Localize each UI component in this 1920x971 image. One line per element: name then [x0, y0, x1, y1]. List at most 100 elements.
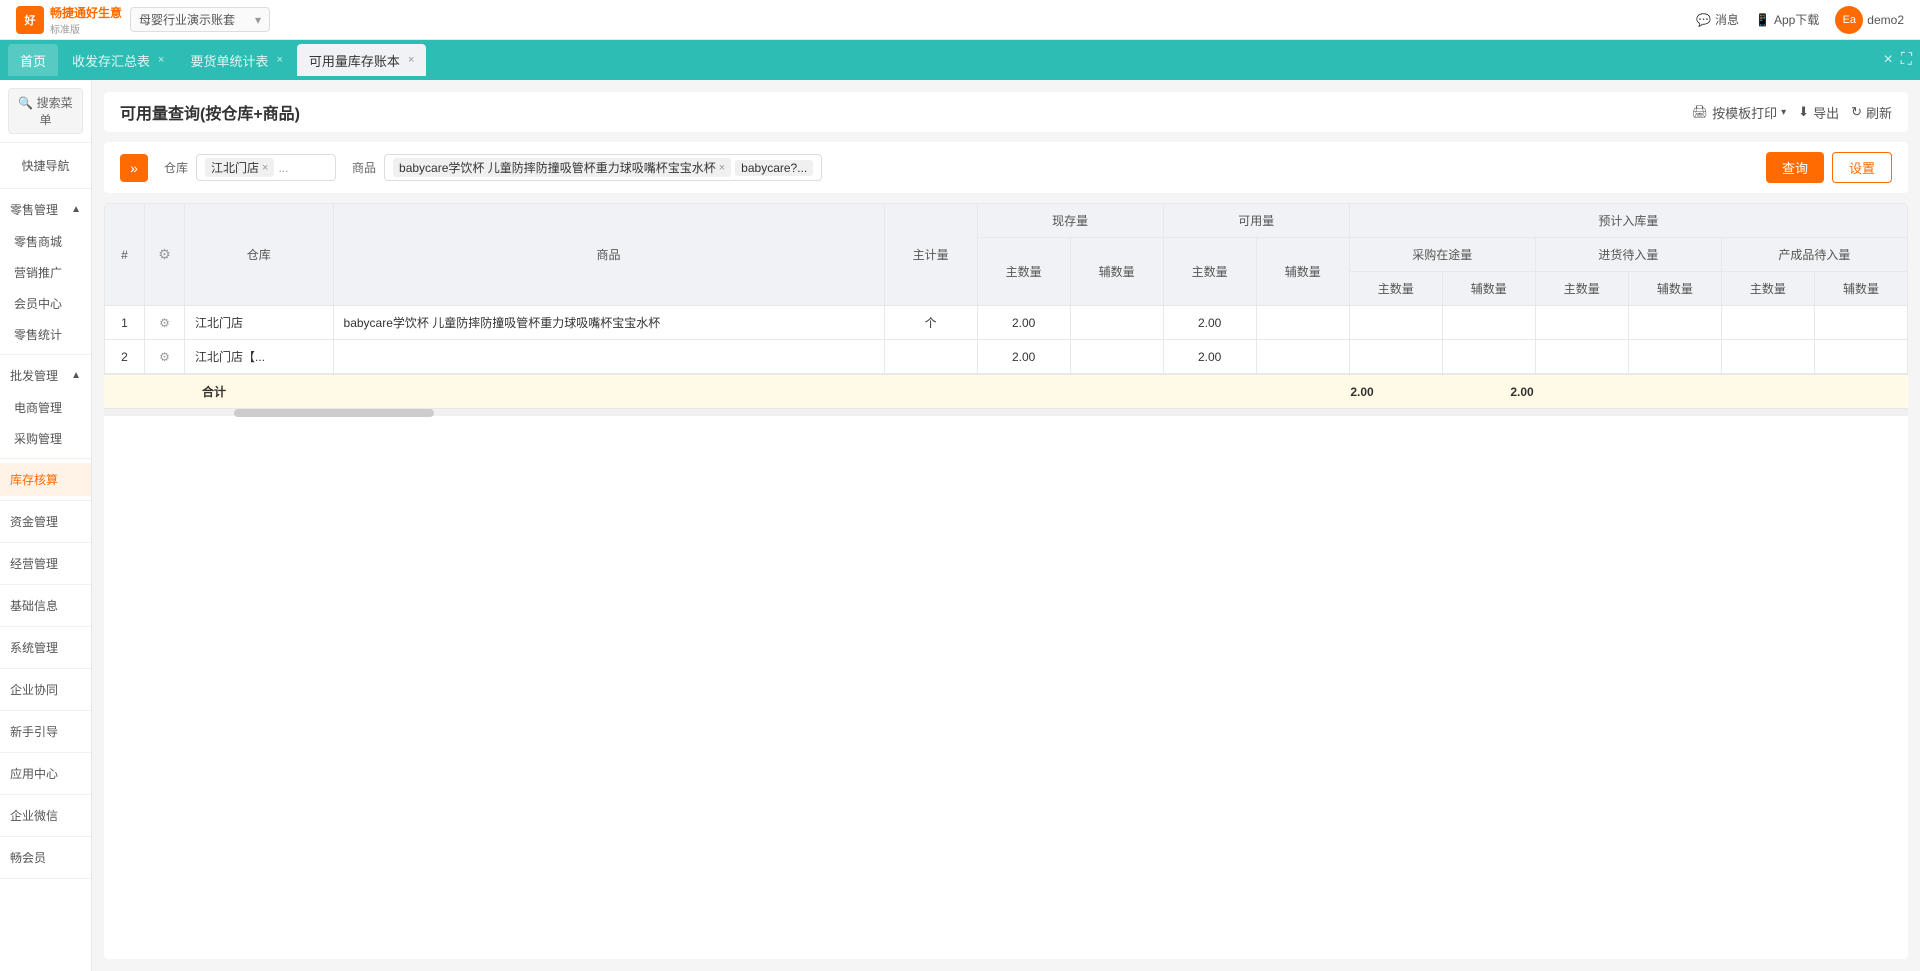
- sidebar-inventory-label: 库存核算: [10, 471, 58, 488]
- sidebar-apps-header[interactable]: 应用中心: [0, 757, 91, 790]
- tab-expand-btn[interactable]: ⛶: [1901, 51, 1912, 69]
- sidebar-item-ecommerce[interactable]: 电商管理: [0, 392, 91, 423]
- sidebar-operations-header[interactable]: 经营管理: [0, 547, 91, 580]
- row-settings-icon[interactable]: ⚙: [159, 350, 170, 364]
- th-current-stock: 现存量: [977, 204, 1163, 238]
- refresh-icon: ↻: [1851, 104, 1862, 120]
- user-name: demo2: [1867, 13, 1904, 27]
- print-template-btn[interactable]: 🖨 按模板打印 ▾: [1692, 103, 1787, 122]
- table-scroll-thumb[interactable]: [234, 409, 434, 417]
- sidebar-section-inventory: 库存核算: [0, 459, 91, 501]
- sidebar-retail-label: 零售管理: [10, 201, 58, 218]
- sidebar-wechat-header[interactable]: 企业微信: [0, 799, 91, 832]
- message-btn[interactable]: 💬 消息: [1696, 11, 1739, 28]
- query-btn[interactable]: 查询: [1766, 152, 1824, 183]
- th-num: #: [105, 204, 145, 306]
- th-available: 可用量: [1163, 204, 1349, 238]
- sidebar-search-label: 搜索菜单: [37, 96, 73, 127]
- sidebar-enterprise-header[interactable]: 企业协同: [0, 673, 91, 706]
- summary-values: 2.00 2.00: [314, 385, 1898, 399]
- product-filter-group: 商品 babycare学饮杯 儿童防摔防撞吸管杯重力球吸嘴杯宝宝水杯 × bab…: [352, 154, 822, 181]
- sidebar-section-enterprise: 企业协同: [0, 669, 91, 711]
- print-icon: 🖨: [1692, 104, 1709, 120]
- filter-actions: 查询 设置: [1766, 152, 1892, 183]
- sidebar-item-members[interactable]: 会员中心: [0, 288, 91, 319]
- cell-settings[interactable]: ⚙: [145, 306, 185, 340]
- settings-icon[interactable]: ⚙: [158, 246, 171, 262]
- filter-expand-btn[interactable]: »: [120, 154, 148, 182]
- retail-stats-label: 零售统计: [14, 328, 62, 342]
- ecommerce-label: 电商管理: [14, 401, 62, 415]
- cell-settings[interactable]: ⚙: [145, 340, 185, 374]
- th-planned-in: 预计入库量: [1349, 204, 1907, 238]
- sidebar-retail-header[interactable]: 零售管理 ▲: [0, 193, 91, 226]
- cell-current-aux: [1070, 340, 1163, 374]
- sidebar-apps-label: 应用中心: [10, 765, 58, 782]
- sidebar-guide-header[interactable]: 新手引导: [0, 715, 91, 748]
- logo-main-text: 畅捷通好生意: [50, 4, 122, 21]
- settings-btn[interactable]: 设置: [1832, 152, 1892, 183]
- refresh-btn[interactable]: ↻ 刷新: [1851, 103, 1892, 122]
- table-scroll-bar[interactable]: [104, 408, 1908, 416]
- sidebar-inventory-header[interactable]: 库存核算: [0, 463, 91, 496]
- cell-goods-main: [1535, 340, 1628, 374]
- sidebar-wholesale-label: 批发管理: [10, 367, 58, 384]
- tab-order[interactable]: 要货单统计表 ×: [178, 44, 294, 76]
- sidebar-finance-header[interactable]: 资金管理: [0, 505, 91, 538]
- tab-close-all-btn[interactable]: ×: [1883, 51, 1892, 69]
- marketing-label: 营销推广: [14, 266, 62, 280]
- user-area[interactable]: Ea demo2: [1835, 6, 1904, 34]
- table-container: # ⚙ 仓库 商品 主计量 现存量 可用量 预计入库量 主数: [104, 203, 1908, 959]
- sidebar-item-marketing[interactable]: 营销推广: [0, 257, 91, 288]
- th-product: 商品: [333, 204, 884, 306]
- th-available-aux: 辅数量: [1256, 238, 1349, 306]
- summary-bar: 合计 2.00 2.00: [104, 374, 1908, 408]
- sidebar-section-wechat: 企业微信: [0, 795, 91, 837]
- tab-home[interactable]: 首页: [8, 44, 58, 76]
- tab-receive-close[interactable]: ×: [158, 54, 164, 66]
- row-settings-icon[interactable]: ⚙: [159, 316, 170, 330]
- cell-goods-aux: [1628, 340, 1721, 374]
- industry-selector[interactable]: 母婴行业演示账套 ▾: [130, 7, 270, 32]
- product-filter-input[interactable]: babycare学饮杯 儿童防摔防撞吸管杯重力球吸嘴杯宝宝水杯 × babyca…: [384, 154, 822, 181]
- cell-available-main: 2.00: [1163, 340, 1256, 374]
- product-tag-1-close[interactable]: ×: [719, 162, 725, 174]
- page-header: 可用量查询(按仓库+商品) 🖨 按模板打印 ▾ ⬇ 导出 ↻ 刷新: [104, 92, 1908, 132]
- tab-inventory[interactable]: 可用量库存账本 ×: [297, 44, 426, 76]
- table-row: 2 ⚙ 江北门店【... 2.00 2.00: [105, 340, 1908, 374]
- sidebar-member-header[interactable]: 畅会员: [0, 841, 91, 874]
- sidebar-item-purchase[interactable]: 采购管理: [0, 423, 91, 454]
- th-settings: ⚙: [145, 204, 185, 306]
- sidebar-search-btn[interactable]: 🔍 搜索菜单: [8, 88, 83, 134]
- sidebar-item-retail-stats[interactable]: 零售统计: [0, 319, 91, 350]
- warehouse-filter-input[interactable]: 江北门店 × ...: [196, 154, 336, 181]
- cell-finished-aux: [1814, 340, 1907, 374]
- top-bar-left: 好 畅捷通好生意 标准版 母婴行业演示账套 ▾: [16, 4, 270, 36]
- tab-receive[interactable]: 收发存汇总表 ×: [60, 44, 176, 76]
- app-download-btn[interactable]: 📱 App下载: [1755, 11, 1819, 28]
- sidebar-item-quick-nav[interactable]: 快捷导航: [0, 149, 91, 182]
- summary-label-text: 合计: [202, 385, 226, 399]
- cell-available-main: 2.00: [1163, 306, 1256, 340]
- th-goods-main: 主数量: [1535, 272, 1628, 306]
- content-area: 可用量查询(按仓库+商品) 🖨 按模板打印 ▾ ⬇ 导出 ↻ 刷新: [92, 80, 1920, 971]
- warehouse-tag-close[interactable]: ×: [262, 162, 268, 174]
- sidebar-section-apps: 应用中心: [0, 753, 91, 795]
- tab-inventory-close[interactable]: ×: [408, 54, 414, 66]
- cell-current-main: 2.00: [977, 340, 1070, 374]
- sidebar-basic-label: 基础信息: [10, 597, 58, 614]
- cell-product: [333, 340, 884, 374]
- sidebar-wholesale-header[interactable]: 批发管理 ▲: [0, 359, 91, 392]
- cell-current-main: 2.00: [977, 306, 1070, 340]
- sidebar-basic-header[interactable]: 基础信息: [0, 589, 91, 622]
- chevron-down-icon: ▾: [255, 13, 261, 27]
- tab-order-close[interactable]: ×: [276, 54, 282, 66]
- sidebar-item-retail-mall[interactable]: 零售商城: [0, 226, 91, 257]
- export-btn[interactable]: ⬇ 导出: [1798, 103, 1839, 122]
- industry-label: 母婴行业演示账套: [139, 11, 235, 28]
- summary-available-main: 2.00: [1482, 385, 1562, 399]
- retail-chevron-icon: ▲: [71, 204, 81, 215]
- sidebar-section-guide: 新手引导: [0, 711, 91, 753]
- sidebar-system-header[interactable]: 系统管理: [0, 631, 91, 664]
- avatar-text: Ea: [1843, 14, 1856, 26]
